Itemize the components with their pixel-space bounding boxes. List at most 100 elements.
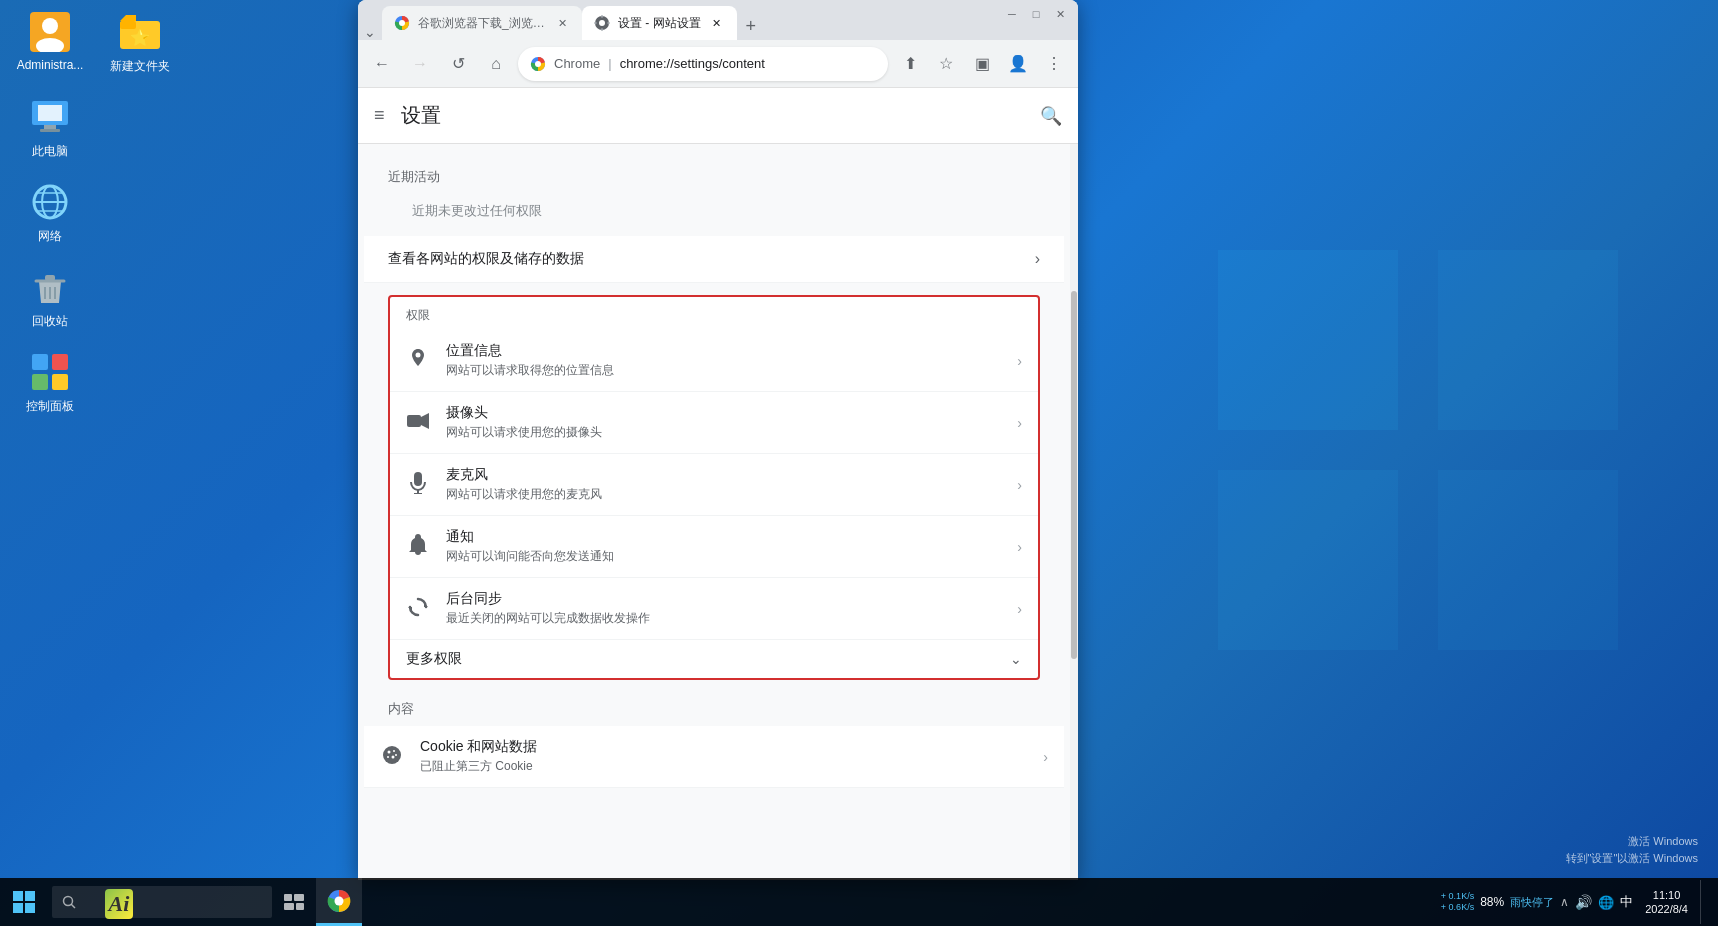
taskbar-search[interactable] [52,886,272,918]
svg-rect-41 [414,472,422,486]
tab-1[interactable]: 谷歌浏览器下载_浏览器官网入口□ ✕ [382,6,582,40]
site-data-row[interactable]: 查看各网站的权限及储存的数据 › [364,236,1064,283]
svg-rect-59 [294,894,304,901]
address-input[interactable]: Chrome | chrome://settings/content [518,47,888,81]
background-sync-text: 后台同步 最近关闭的网站可以完成数据收发操作 [446,590,1001,627]
desktop-icon-recycle-label: 回收站 [32,313,68,330]
svg-point-33 [601,28,603,30]
svg-rect-55 [25,903,35,913]
windows-logo-bg [1218,250,1618,650]
svg-point-37 [535,61,541,67]
desktop-icon-admin[interactable]: Administra... [10,10,90,75]
desktop-icon-network[interactable]: 网络 [10,180,90,245]
svg-rect-9 [44,125,56,129]
address-path: chrome://settings/content [620,56,765,71]
scroll-area: 近期活动 近期未更改过任何权限 查看各网站的权限及储存的数据 › [358,144,1078,880]
desktop-icon-new-folder[interactable]: ⭐ 新建文件夹 [100,10,180,75]
task-view-button[interactable] [272,880,316,924]
settings-search-icon[interactable]: 🔍 [1040,105,1062,127]
system-tray: ∧ 🔊 🌐 中 [1560,893,1633,911]
tab1-close[interactable]: ✕ [554,15,570,31]
new-tab-button[interactable]: + [737,12,765,40]
battery-indicator[interactable]: 88% [1480,895,1504,909]
notifications-subtitle: 网站可以询问能否向您发送通知 [446,548,1001,565]
show-desktop-button[interactable] [1700,880,1708,924]
reload-button[interactable]: ↺ [442,48,474,80]
bell-icon [406,534,430,560]
sync-icon [406,597,430,621]
tab1-favicon [394,15,410,31]
account-button[interactable]: 👤 [1002,48,1034,80]
tab1-title: 谷歌浏览器下载_浏览器官网入口□ [418,15,546,32]
no-activity-text: 近期未更改过任何权限 [364,194,1064,236]
notifications-title: 通知 [446,528,1001,546]
maximize-button[interactable]: □ [1026,6,1046,22]
svg-point-49 [387,756,389,758]
tray-expand[interactable]: ∧ [1560,895,1569,909]
collapse-icon[interactable]: ⌄ [362,24,378,40]
location-text: 位置信息 网站可以请求取得您的位置信息 [446,342,1001,379]
content-section: 内容 [364,692,1064,788]
perm-microphone-row[interactable]: 麦克风 网站可以请求使用您的麦克风 › [390,454,1038,516]
taskbar-date-display: 2022/8/4 [1645,902,1688,916]
home-button[interactable]: ⌂ [480,48,512,80]
ime-indicator[interactable]: 中 [1620,893,1633,911]
background-sync-title: 后台同步 [446,590,1001,608]
tab-bar: 谷歌浏览器下载_浏览器官网入口□ ✕ [382,0,994,40]
start-button[interactable] [0,878,48,926]
taskbar-clock[interactable]: 11:10 2022/8/4 [1639,888,1694,917]
back-button[interactable]: ← [366,48,398,80]
perm-location-row[interactable]: 位置信息 网站可以请求取得您的位置信息 › [390,330,1038,392]
svg-rect-22 [32,374,48,390]
desktop-icon-computer[interactable]: 此电脑 [10,95,90,160]
scroll-thumb[interactable] [1071,291,1077,659]
tab-2[interactable]: 设置 - 网站设置 ✕ [582,6,737,40]
network-icon[interactable]: 🌐 [1598,895,1614,910]
microphone-title: 麦克风 [446,466,1001,484]
more-permissions-row[interactable]: 更多权限 ⌄ [390,640,1038,678]
tab2-favicon [594,15,610,31]
settings-header: ≡ 设置 🔍 [358,88,1078,144]
address-source: Chrome [554,56,600,71]
extension-button[interactable]: ▣ [966,48,998,80]
recent-activity-label: 近期活动 [364,160,1064,194]
svg-rect-58 [284,894,292,901]
site-data-text: 查看各网站的权限及储存的数据 [388,250,1035,268]
close-button[interactable]: ✕ [1050,6,1070,22]
sound-icon[interactable]: 🔊 [1575,894,1592,910]
menu-button[interactable]: ⋮ [1038,48,1070,80]
share-button[interactable]: ⬆ [894,48,926,80]
location-arrow: › [1017,353,1022,369]
desktop-icon-recycle[interactable]: 回收站 [10,265,90,330]
hamburger-icon[interactable]: ≡ [374,105,385,126]
network-down: + 0.6K/s [1441,902,1474,913]
address-bar: ← → ↺ ⌂ Chrome | chrome://settings/conte… [358,40,1078,88]
location-title: 位置信息 [446,342,1001,360]
svg-point-29 [399,20,405,26]
weather-info[interactable]: 雨快停了 [1510,895,1554,910]
bookmark-button[interactable]: ☆ [930,48,962,80]
ai-label: Ai [105,889,134,919]
settings-page-title: 设置 [401,102,1024,129]
desktop-icon-control[interactable]: 控制面板 [10,350,90,415]
perm-camera-row[interactable]: 摄像头 网站可以请求使用您的摄像头 › [390,392,1038,454]
forward-button[interactable]: → [404,48,436,80]
svg-rect-24 [1218,250,1398,430]
minimize-button[interactable]: ─ [1002,6,1022,22]
expand-icon: ⌄ [1010,651,1022,667]
taskbar-time-display: 11:10 [1653,888,1681,902]
settings-content[interactable]: 近期活动 近期未更改过任何权限 查看各网站的权限及储存的数据 › [358,144,1070,880]
cookies-row[interactable]: Cookie 和网站数据 已阻止第三方 Cookie › [364,726,1064,788]
tab2-close[interactable]: ✕ [709,15,725,31]
svg-rect-8 [38,105,62,121]
recent-activity-section: 近期活动 近期未更改过任何权限 [364,160,1064,236]
ai-taskbar-icon[interactable]: Ai [97,882,141,926]
location-subtitle: 网站可以请求取得您的位置信息 [446,362,1001,379]
scrollbar[interactable] [1070,144,1078,880]
camera-text: 摄像头 网站可以请求使用您的摄像头 [446,404,1001,441]
perm-notifications-row[interactable]: 通知 网站可以询问能否向您发送通知 › [390,516,1038,578]
taskbar-right: + 0.1K/s + 0.6K/s 88% 雨快停了 ∧ 🔊 🌐 中 [1441,880,1718,924]
perm-background-sync-row[interactable]: 后台同步 最近关闭的网站可以完成数据收发操作 › [390,578,1038,640]
permissions-box: 权限 位置信息 [388,295,1040,680]
taskbar-chrome-app[interactable] [316,878,362,926]
